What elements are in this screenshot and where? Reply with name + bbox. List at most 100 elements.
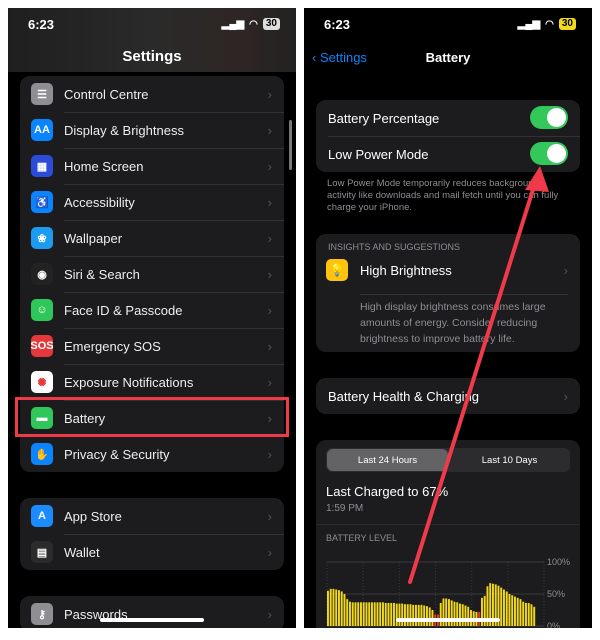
battery-bar — [417, 604, 420, 626]
battery-bar — [508, 594, 511, 626]
settings-item-face-id-passcode[interactable]: ☺ Face ID & Passcode › — [20, 292, 284, 328]
face-id-icon: ☺ — [31, 299, 53, 321]
insight-description: High display brightness consumes large a… — [360, 294, 568, 347]
battery-bar — [329, 588, 332, 626]
settings-item-passwords[interactable]: ⚷ Passwords › — [20, 596, 284, 628]
chevron-right-icon: › — [267, 194, 272, 210]
battery-bar — [379, 602, 382, 626]
lightbulb-icon: 💡 — [326, 259, 348, 281]
status-time: 6:23 — [28, 17, 55, 32]
chevron-right-icon: › — [267, 86, 272, 102]
battery-bar — [530, 604, 533, 626]
siri-icon: ◉ — [31, 263, 53, 285]
battery-bar — [390, 602, 393, 626]
battery-bar — [409, 604, 412, 626]
battery-bar — [406, 604, 409, 626]
usage-card: Last 24 Hours Last 10 Days Last Charged … — [316, 440, 580, 628]
battery-bar — [412, 604, 415, 626]
battery-level-chart: 100% 50% 0% — [326, 557, 570, 628]
row-label: Display & Brightness — [64, 122, 184, 138]
battery-bar — [514, 596, 516, 626]
settings-item-home-screen[interactable]: ▦ Home Screen › — [20, 148, 284, 184]
signal-icon: ▂▄▆ — [221, 18, 245, 30]
high-brightness-row[interactable]: 💡 High Brightness › — [316, 252, 580, 288]
home-indicator — [100, 618, 204, 622]
row-label: Accessibility — [64, 194, 135, 210]
battery-bar — [522, 601, 525, 626]
time-range-segmented-control[interactable]: Last 24 Hours Last 10 Days — [326, 448, 570, 472]
battery-percentage-toggle[interactable] — [530, 106, 568, 129]
settings-item-emergency-sos[interactable]: SOS Emergency SOS › — [20, 328, 284, 364]
battery-bar — [332, 588, 335, 626]
row-label: Wallpaper — [64, 230, 123, 246]
row-label: High Brightness — [360, 262, 452, 278]
row-label: Low Power Mode — [328, 146, 429, 162]
battery-bar — [360, 602, 362, 626]
settings-item-app-store[interactable]: A App Store › — [20, 498, 284, 534]
flower-icon: ❀ — [31, 227, 53, 249]
status-time: 6:23 — [324, 17, 351, 32]
chevron-right-icon: › — [267, 122, 272, 138]
last-charged-text: Last Charged to 67% — [326, 484, 449, 499]
battery-bar — [371, 602, 373, 626]
battery-screen: 6:23 ▂▄▆ ◠ 30 ‹ Settings Battery Battery P… — [304, 8, 592, 628]
row-label: Battery Percentage — [328, 110, 440, 126]
battery-bar — [395, 603, 398, 626]
battery-bar — [423, 605, 426, 626]
home-grid-icon: ▦ — [31, 155, 53, 177]
y-tick-label: 100% — [547, 557, 570, 567]
low-power-mode-toggle[interactable] — [530, 142, 568, 165]
row-label: Battery Health & Charging — [328, 388, 480, 404]
status-bar: 6:23 ▂▄▆ ◠ 30 — [8, 17, 296, 35]
battery-bar — [351, 602, 354, 626]
insights-card: INSIGHTS AND SUGGESTIONS 💡 High Brightne… — [316, 234, 580, 352]
tab-last-10-days[interactable]: Last 10 Days — [449, 448, 570, 472]
battery-bar — [373, 602, 376, 626]
battery-bar — [525, 602, 527, 626]
last-charged-time: 1:59 PM — [326, 503, 364, 514]
settings-item-wallet[interactable]: ▤ Wallet › — [20, 534, 284, 570]
battery-bar — [349, 601, 351, 626]
settings-item-siri-search[interactable]: ◉ Siri & Search › — [20, 256, 284, 292]
chevron-right-icon: › — [267, 544, 272, 560]
battery-bar — [327, 590, 329, 626]
battery-bar — [459, 603, 461, 626]
scrollbar[interactable] — [289, 120, 292, 170]
chevron-right-icon: › — [267, 508, 272, 524]
page-title: Settings — [122, 48, 182, 65]
settings-item-privacy-security[interactable]: ✋ Privacy & Security › — [20, 436, 284, 472]
settings-item-control-centre[interactable]: ☰ Control Centre › — [20, 76, 284, 112]
battery-bar — [456, 602, 459, 626]
row-label: Emergency SOS — [64, 338, 161, 354]
battery-bar — [382, 602, 384, 626]
signal-icon: ▂▄▆ — [517, 18, 541, 30]
settings-item-exposure-notifications[interactable]: ✺ Exposure Notifications › — [20, 364, 284, 400]
battery-status-icon: 30 — [558, 18, 576, 30]
settings-item-display-brightness[interactable]: AA Display & Brightness › — [20, 112, 284, 148]
row-label: Face ID & Passcode — [64, 302, 183, 318]
battery-bar — [461, 604, 464, 626]
toggles-icon: ☰ — [31, 83, 53, 105]
chevron-right-icon: › — [267, 230, 272, 246]
settings-item-wallpaper[interactable]: ❀ Wallpaper › — [20, 220, 284, 256]
battery-highlight-box — [15, 397, 289, 437]
battery-bar — [439, 602, 442, 626]
tab-last-24-hours[interactable]: Last 24 Hours — [327, 449, 448, 471]
battery-health-row[interactable]: Battery Health & Charging › — [316, 378, 580, 414]
row-label: Exposure Notifications — [64, 374, 194, 390]
status-bar: 6:23 ▂▄▆ ◠ 30 — [304, 17, 592, 35]
app-store-icon: A — [31, 505, 53, 527]
row-label: App Store — [64, 508, 122, 524]
y-tick-label: 50% — [547, 589, 565, 599]
settings-item-accessibility[interactable]: ♿ Accessibility › — [20, 184, 284, 220]
battery-bar — [404, 604, 406, 626]
chevron-right-icon: › — [563, 388, 568, 404]
page-title: Battery — [425, 50, 471, 65]
battery-bar — [398, 603, 401, 626]
battery-bar — [346, 599, 349, 626]
chevron-right-icon: › — [267, 158, 272, 174]
row-label: Privacy & Security — [64, 446, 170, 462]
battery-bar — [384, 602, 387, 626]
battery-bar — [453, 601, 456, 626]
key-icon: ⚷ — [31, 603, 53, 625]
